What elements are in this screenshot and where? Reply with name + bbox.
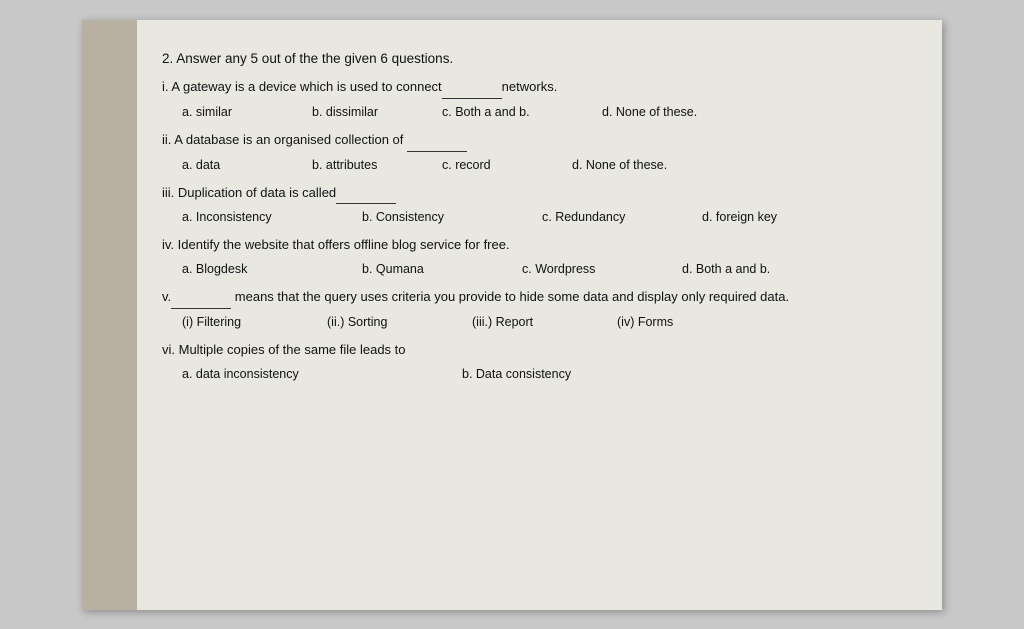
q2-text: A database is an organised collection of xyxy=(174,132,467,147)
q2-options: a. data b. attributes c. record d. None … xyxy=(182,155,892,175)
question-iv: iv. Identify the website that offers off… xyxy=(162,235,892,279)
q1-option-d: d. None of these. xyxy=(602,102,762,122)
q3-options: a. Inconsistency b. Consistency c. Redun… xyxy=(182,207,892,227)
q3-option-c: c. Redundancy xyxy=(542,207,702,227)
q1-option-a: a. similar xyxy=(182,102,312,122)
q2-option-a: a. data xyxy=(182,155,312,175)
q4-option-a: a. Blogdesk xyxy=(182,259,362,279)
question-ii: ii. A database is an organised collectio… xyxy=(162,130,892,175)
q4-options: a. Blogdesk b. Qumana c. Wordpress d. Bo… xyxy=(182,259,892,279)
q5-options: (i) Filtering (ii.) Sorting (iii.) Repor… xyxy=(182,312,892,332)
question-v-text: v. means that the query uses criteria yo… xyxy=(162,287,892,309)
q1-option-c: c. Both a and b. xyxy=(442,102,602,122)
question-vi: vi. Multiple copies of the same file lea… xyxy=(162,340,892,384)
q4-option-b: b. Qumana xyxy=(362,259,522,279)
section-heading: 2. Answer any 5 out of the the given 6 q… xyxy=(162,48,892,70)
roman-iii: iii. xyxy=(162,185,178,200)
q3-option-a: a. Inconsistency xyxy=(182,207,362,227)
q5-text: means that the query uses criteria you p… xyxy=(235,289,789,304)
q3-option-b: b. Consistency xyxy=(362,207,542,227)
q4-text: Identify the website that offers offline… xyxy=(178,237,510,252)
question-vi-text: vi. Multiple copies of the same file lea… xyxy=(162,340,892,361)
paper: 2. Answer any 5 out of the the given 6 q… xyxy=(82,20,942,610)
q6-options: a. data inconsistency b. Data consistenc… xyxy=(182,364,892,384)
question-iii-text: iii. Duplication of data is called xyxy=(162,183,892,205)
q6-option-a: a. data inconsistency xyxy=(182,364,462,384)
roman-i: i. xyxy=(162,79,171,94)
roman-v: v. xyxy=(162,289,171,304)
q5-option-c: (iii.) Report xyxy=(472,312,602,332)
question-i: i. A gateway is a device which is used t… xyxy=(162,77,892,122)
question-iv-text: iv. Identify the website that offers off… xyxy=(162,235,892,256)
q4-option-d: d. Both a and b. xyxy=(682,259,842,279)
q1-options: a. similar b. dissimilar c. Both a and b… xyxy=(182,102,892,122)
q6-option-b: b. Data consistency xyxy=(462,364,742,384)
content: 2. Answer any 5 out of the the given 6 q… xyxy=(162,48,892,384)
q3-text: Duplication of data is called xyxy=(178,185,396,200)
q1-option-b: b. dissimilar xyxy=(312,102,442,122)
q2-option-d: d. None of these. xyxy=(572,155,732,175)
q2-option-b: b. attributes xyxy=(312,155,442,175)
q5-option-a: (i) Filtering xyxy=(182,312,312,332)
q3-option-d: d. foreign key xyxy=(702,207,832,227)
q4-option-c: c. Wordpress xyxy=(522,259,682,279)
question-ii-text: ii. A database is an organised collectio… xyxy=(162,130,892,152)
q5-option-b: (ii.) Sorting xyxy=(327,312,457,332)
question-v: v. means that the query uses criteria yo… xyxy=(162,287,892,332)
q5-option-d: (iv) Forms xyxy=(617,312,747,332)
q1-text: A gateway is a device which is used to c… xyxy=(171,79,557,94)
question-iii: iii. Duplication of data is called a. In… xyxy=(162,183,892,228)
roman-ii: ii. xyxy=(162,132,174,147)
q2-option-c: c. record xyxy=(442,155,572,175)
question-i-text: i. A gateway is a device which is used t… xyxy=(162,77,892,99)
roman-iv: iv. xyxy=(162,237,178,252)
